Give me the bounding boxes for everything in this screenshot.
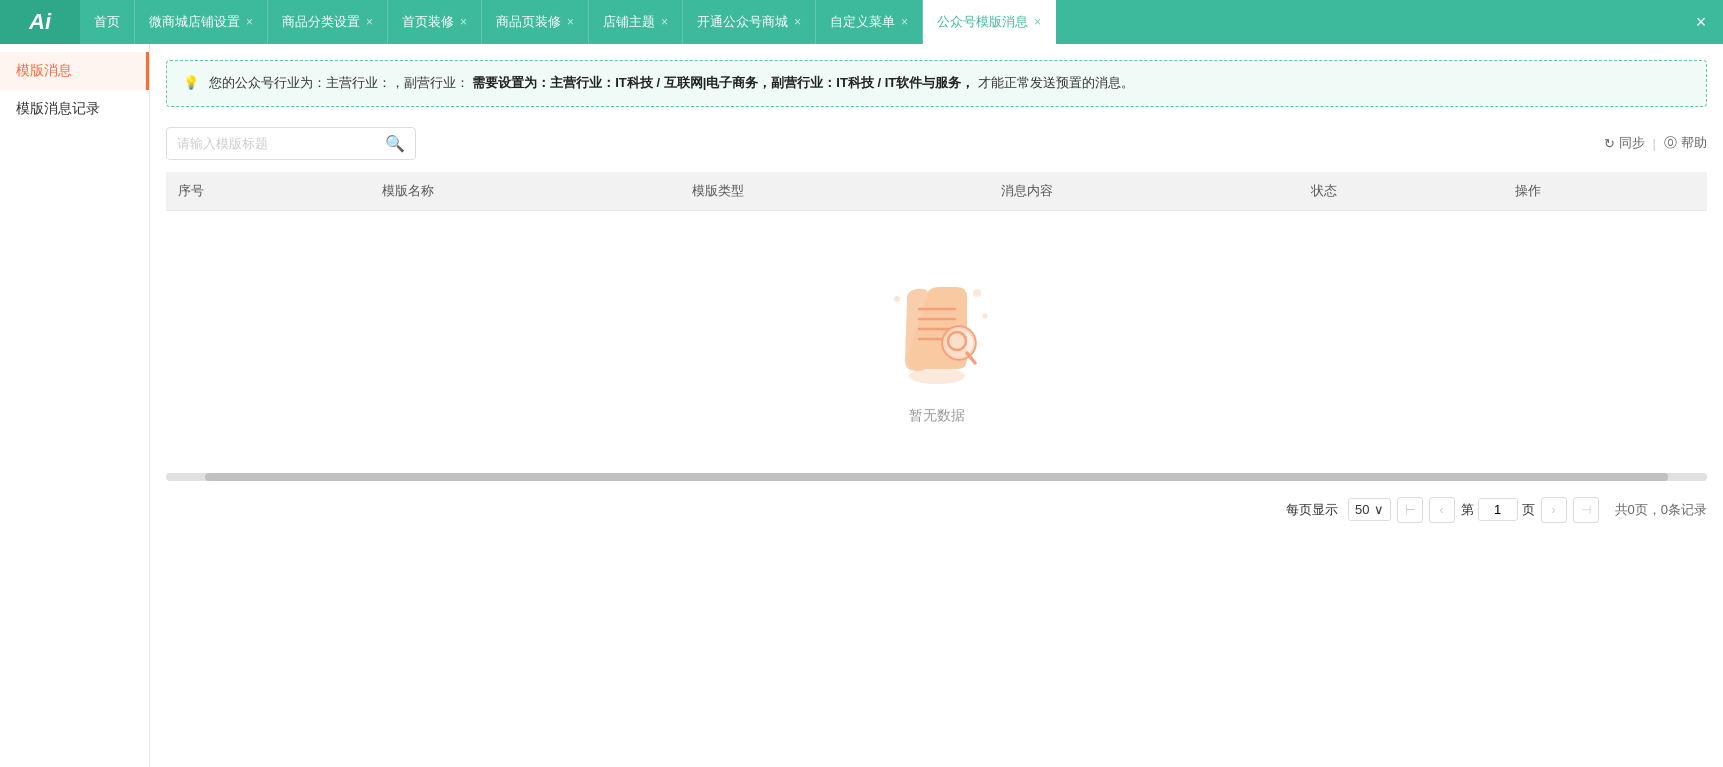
notice-highlight: 需要设置为：主营行业：IT科技 / 互联网|电子商务，副营行业：IT科技 / I… [472, 75, 974, 90]
page-label-suffix: 页 [1522, 501, 1535, 519]
col-header-type: 模版类型 [680, 172, 990, 211]
nav-tab-category[interactable]: 商品分类设置 × [268, 0, 388, 44]
table-header-row: 序号模版名称模版类型消息内容状态操作 [166, 172, 1707, 211]
nav-tab-micro-store[interactable]: 微商城店铺设置 × [135, 0, 268, 44]
page-size-value: 50 [1355, 502, 1369, 517]
help-button[interactable]: ⓪ 帮助 [1664, 134, 1707, 152]
nav-tab-home[interactable]: 首页 [80, 0, 135, 44]
data-table: 序号模版名称模版类型消息内容状态操作 [166, 172, 1707, 211]
page-number-input[interactable] [1478, 498, 1518, 521]
search-input-wrap: 🔍 [166, 127, 416, 160]
search-bar: 🔍 ↻ 同步 | ⓪ 帮助 [166, 127, 1707, 160]
notice-suffix: 才能正常发送预置的消息。 [978, 75, 1134, 90]
main-layout: 模版消息模版消息记录 💡 您的公众号行业为：主营行业：，副营行业： 需要设置为：… [0, 44, 1723, 767]
last-page-button[interactable]: ⊣ [1573, 497, 1599, 523]
col-header-status: 状态 [1299, 172, 1503, 211]
sidebar-item-template-message[interactable]: 模版消息 [0, 52, 149, 90]
pagination: 每页显示 50 ∨ ⊢ ‹ 第 页 › ⊣ 共0页，0条记录 [166, 489, 1707, 531]
toolbar-right: ↻ 同步 | ⓪ 帮助 [1604, 134, 1707, 152]
page-size-select[interactable]: 50 ∨ [1348, 498, 1390, 521]
nav-tab-close-home-decor[interactable]: × [460, 15, 467, 29]
col-header-name: 模版名称 [370, 172, 680, 211]
notice-box: 💡 您的公众号行业为：主营行业：，副营行业： 需要设置为：主营行业：IT科技 /… [166, 60, 1707, 107]
content-area: 💡 您的公众号行业为：主营行业：，副营行业： 需要设置为：主营行业：IT科技 /… [150, 44, 1723, 767]
nav-tab-close-micro-store[interactable]: × [246, 15, 253, 29]
col-header-content: 消息内容 [989, 172, 1299, 211]
nav-tab-template-msg[interactable]: 公众号模版消息 × [923, 0, 1056, 44]
page-size-chevron: ∨ [1374, 502, 1384, 517]
page-current-wrap: 第 页 [1461, 498, 1535, 521]
sync-label: 同步 [1619, 134, 1645, 152]
nav-tabs: 首页微商城店铺设置 ×商品分类设置 ×首页装修 ×商品页装修 ×店铺主题 ×开通… [80, 0, 1679, 44]
sidebar-item-template-record[interactable]: 模版消息记录 [0, 90, 149, 128]
scrollbar-thumb[interactable] [205, 473, 1669, 481]
top-nav: Ai 首页微商城店铺设置 ×商品分类设置 ×首页装修 ×商品页装修 ×店铺主题 … [0, 0, 1723, 44]
global-close-button[interactable]: × [1679, 0, 1723, 44]
notice-prefix: 您的公众号行业为：主营行业：，副营行业： [209, 75, 469, 90]
page-size-label: 每页显示 [1286, 501, 1338, 519]
page-label-prefix: 第 [1461, 501, 1474, 519]
sync-icon: ↻ [1604, 136, 1615, 151]
nav-tab-close-product-decor[interactable]: × [567, 15, 574, 29]
help-label: 帮助 [1681, 134, 1707, 152]
prev-page-button[interactable]: ‹ [1429, 497, 1455, 523]
table-header: 序号模版名称模版类型消息内容状态操作 [166, 172, 1707, 211]
nav-tab-product-decor[interactable]: 商品页装修 × [482, 0, 589, 44]
nav-tab-close-open-mall[interactable]: × [794, 15, 801, 29]
search-button[interactable]: 🔍 [375, 128, 415, 159]
nav-tab-close-custom-menu[interactable]: × [901, 15, 908, 29]
horizontal-scrollbar[interactable] [166, 473, 1707, 481]
total-info: 共0页，0条记录 [1615, 501, 1707, 519]
svg-point-9 [894, 296, 900, 302]
help-icon: ⓪ [1664, 134, 1677, 152]
col-header-index: 序号 [166, 172, 370, 211]
notice-icon: 💡 [183, 75, 199, 90]
app-logo: Ai [0, 0, 80, 44]
sidebar: 模版消息模版消息记录 [0, 44, 150, 767]
nav-tab-close-category[interactable]: × [366, 15, 373, 29]
svg-point-11 [982, 313, 987, 318]
nav-tab-close-template-msg[interactable]: × [1034, 15, 1041, 29]
empty-state: 暂无数据 [166, 211, 1707, 465]
empty-illustration [877, 271, 997, 391]
search-input[interactable] [167, 130, 375, 157]
nav-tab-home-decor[interactable]: 首页装修 × [388, 0, 482, 44]
toolbar-divider: | [1653, 136, 1656, 151]
nav-tab-store-theme[interactable]: 店铺主题 × [589, 0, 683, 44]
svg-point-10 [973, 289, 981, 297]
empty-text: 暂无数据 [909, 407, 965, 425]
next-page-button[interactable]: › [1541, 497, 1567, 523]
nav-tab-custom-menu[interactable]: 自定义菜单 × [816, 0, 923, 44]
first-page-button[interactable]: ⊢ [1397, 497, 1423, 523]
nav-tab-close-store-theme[interactable]: × [661, 15, 668, 29]
nav-tab-open-mall[interactable]: 开通公众号商城 × [683, 0, 816, 44]
sync-button[interactable]: ↻ 同步 [1604, 134, 1645, 152]
col-header-actions: 操作 [1503, 172, 1707, 211]
